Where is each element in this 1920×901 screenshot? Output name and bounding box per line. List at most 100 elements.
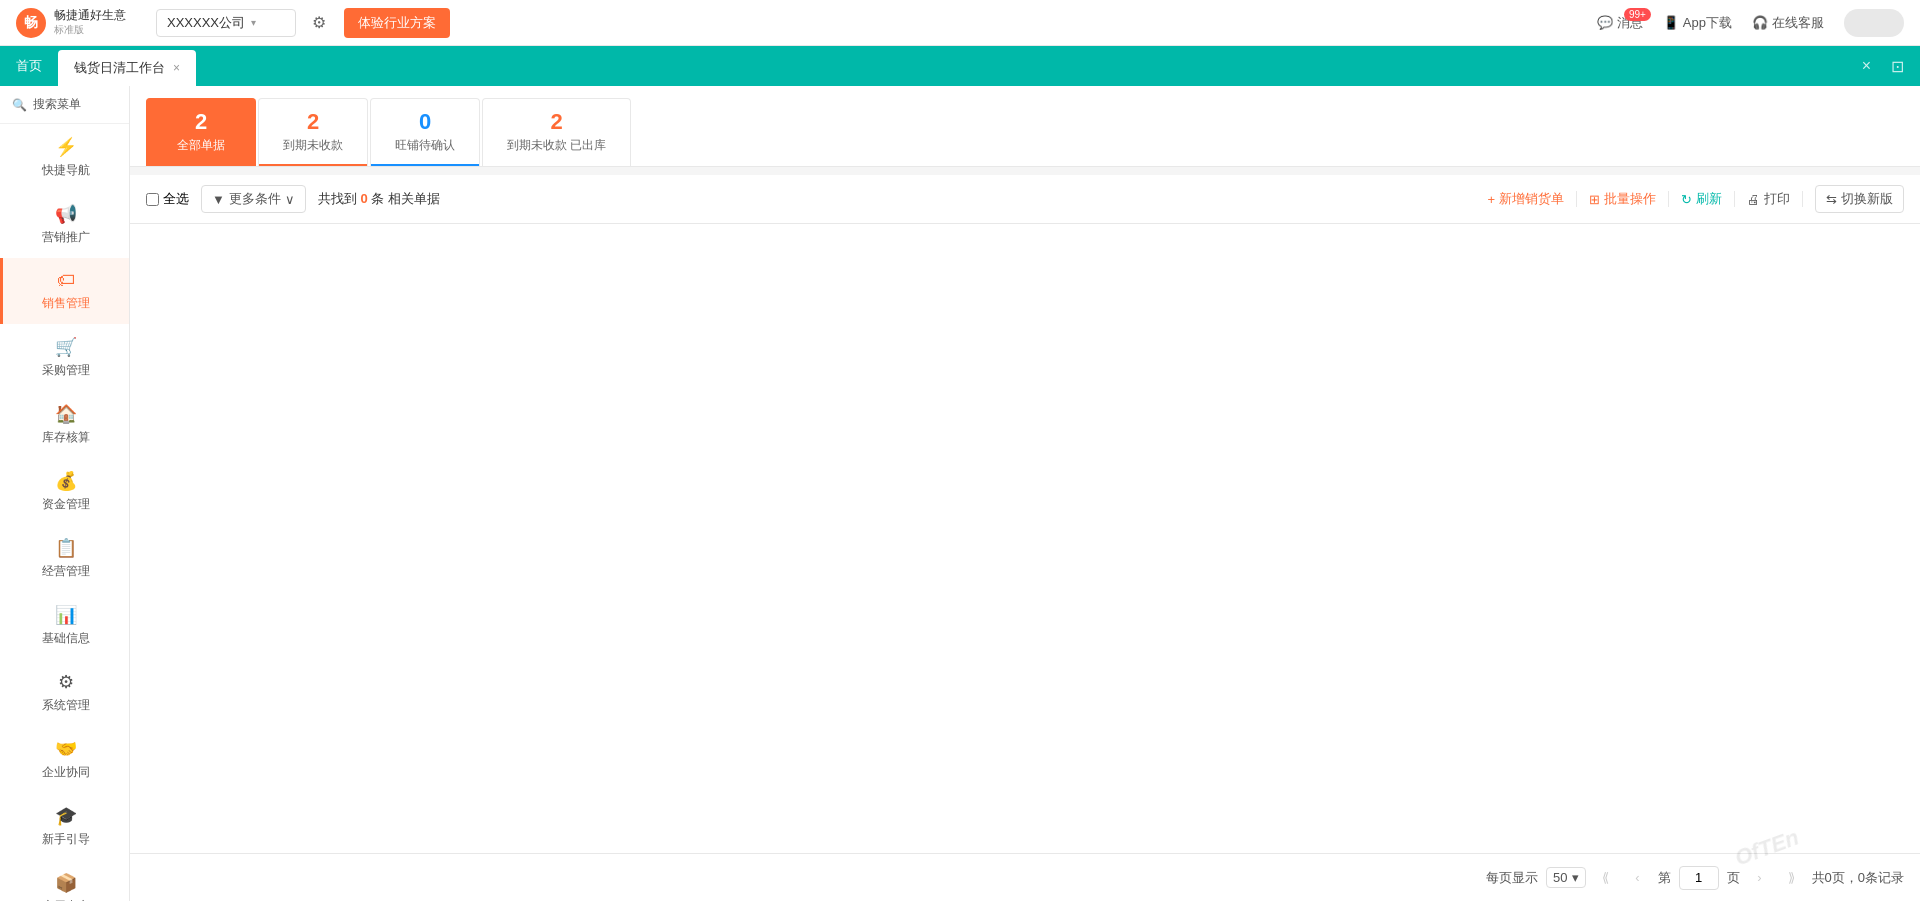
purchase-icon: 🛒	[55, 336, 77, 358]
page-last-button[interactable]: ⟫	[1780, 866, 1804, 890]
trial-button[interactable]: 体验行业方案	[344, 8, 450, 38]
stat-tab-shipped[interactable]: 2 到期未收款 已出库	[482, 98, 631, 166]
top-right-area: 💬 消息 99+ 📱 App下载 🎧 在线客服	[1597, 9, 1904, 37]
tab-close-icon[interactable]: ×	[173, 61, 180, 75]
refresh-button[interactable]: ↻ 刷新	[1681, 190, 1722, 208]
page-next-button[interactable]: ›	[1748, 866, 1772, 890]
stat-count-all: 2	[195, 109, 207, 135]
online-service-label: 在线客服	[1772, 14, 1824, 32]
app-download-label: App下载	[1683, 14, 1732, 32]
quick-nav-icon: ⚡	[55, 136, 77, 158]
minimize-button[interactable]: ×	[1856, 55, 1877, 77]
page-size-select[interactable]: 50 ▾	[1546, 867, 1585, 888]
cooperation-icon: 🤝	[55, 738, 77, 760]
stat-count-pending: 0	[419, 109, 431, 135]
sidebar-item-operations[interactable]: 📋 经营管理	[0, 525, 129, 592]
toolbar: 全选 ▼ 更多条件 ∨ 共找到 0 条 相关单据 + 新增销货单 ⊞	[130, 175, 1920, 224]
print-button[interactable]: 🖨 打印	[1747, 190, 1790, 208]
app-center-icon: 📦	[55, 872, 77, 894]
sidebar-item-cooperation[interactable]: 🤝 企业协同	[0, 726, 129, 793]
tab-right-actions: × ⊡	[1856, 55, 1920, 78]
add-btn-label: 新增销货单	[1499, 190, 1564, 208]
purchase-label: 采购管理	[42, 362, 90, 379]
page-size-value: 50	[1553, 870, 1567, 885]
stat-label-shipped: 到期未收款 已出库	[507, 137, 606, 154]
divider-2	[1668, 191, 1669, 207]
sidebar-item-guide[interactable]: 🎓 新手引导	[0, 793, 129, 860]
sidebar-item-system[interactable]: ⚙ 系统管理	[0, 659, 129, 726]
switch-icon: ⇆	[1826, 192, 1837, 207]
logo-sub: 标准版	[54, 23, 126, 37]
filter-button[interactable]: ▼ 更多条件 ∨	[201, 185, 306, 213]
switch-label: 切换新版	[1841, 190, 1893, 208]
stat-label-all: 全部单据	[177, 137, 225, 154]
sidebar-item-sales[interactable]: 🏷 销售管理	[0, 258, 129, 324]
divider-3	[1734, 191, 1735, 207]
stat-count-overdue: 2	[307, 109, 319, 135]
basic-info-label: 基础信息	[42, 630, 90, 647]
tab-home[interactable]: 首页	[0, 46, 58, 86]
divider-1	[1576, 191, 1577, 207]
search-menu-label: 搜索菜单	[33, 96, 81, 113]
batch-btn-label: 批量操作	[1604, 190, 1656, 208]
gear-button[interactable]: ⚙	[304, 8, 334, 38]
stat-count-shipped: 2	[551, 109, 563, 135]
page-suffix-label: 页	[1727, 869, 1740, 887]
found-prefix: 共找到	[318, 191, 357, 206]
content-area: 2 全部单据 2 到期未收款 0 旺铺待确认 2 到期未收款 已出库 全选	[130, 86, 1920, 901]
sidebar-item-marketing[interactable]: 📢 营销推广	[0, 191, 129, 258]
sales-label: 销售管理	[42, 295, 90, 312]
finance-label: 资金管理	[42, 496, 90, 513]
stat-tab-overdue[interactable]: 2 到期未收款	[258, 98, 368, 166]
message-badge: 99+	[1624, 8, 1651, 21]
online-service-button[interactable]: 🎧 在线客服	[1752, 14, 1824, 32]
sidebar-item-basic-info[interactable]: 📊 基础信息	[0, 592, 129, 659]
guide-icon: 🎓	[55, 805, 77, 827]
select-all-label: 全选	[163, 190, 189, 208]
avatar[interactable]	[1844, 9, 1904, 37]
stat-tab-pending[interactable]: 0 旺铺待确认	[370, 98, 480, 166]
print-label: 打印	[1764, 190, 1790, 208]
batch-icon: ⊞	[1589, 192, 1600, 207]
page-label: 第	[1658, 869, 1671, 887]
sidebar-item-finance[interactable]: 💰 资金管理	[0, 458, 129, 525]
toolbar-right: + 新增销货单 ⊞ 批量操作 ↻ 刷新 🖨 打印	[1487, 185, 1904, 213]
page-input[interactable]	[1679, 866, 1719, 890]
page-size-chevron-icon: ▾	[1572, 870, 1579, 885]
logo-area: 畅 畅捷通好生意 标准版	[16, 8, 146, 38]
expand-button[interactable]: ⊡	[1885, 55, 1910, 78]
home-label: 首页	[16, 57, 42, 75]
switch-version-button[interactable]: ⇆ 切换新版	[1815, 185, 1904, 213]
search-menu-item[interactable]: 🔍 搜索菜单	[0, 86, 129, 124]
filter-chevron-icon: ∨	[285, 192, 295, 207]
quick-nav-label: 快捷导航	[42, 162, 90, 179]
stat-tab-all[interactable]: 2 全部单据	[146, 98, 256, 166]
select-all-checkbox[interactable]: 全选	[146, 190, 189, 208]
checkbox-input[interactable]	[146, 193, 159, 206]
page-first-button[interactable]: ⟪	[1594, 866, 1618, 890]
found-count: 0	[361, 191, 368, 206]
page-size-label: 每页显示	[1486, 869, 1538, 887]
tab-active[interactable]: 钱货日清工作台 ×	[58, 50, 196, 86]
system-label: 系统管理	[42, 697, 90, 714]
top-bar: 畅 畅捷通好生意 标准版 XXXXXX公司 ▾ ⚙ 体验行业方案 💬 消息 99…	[0, 0, 1920, 46]
stat-tab-pending-underline	[371, 164, 479, 166]
chevron-down-icon: ▾	[251, 17, 256, 28]
page-prev-button[interactable]: ‹	[1626, 866, 1650, 890]
pagination: 每页显示 50 ▾ ⟪ ‹ 第 页 › ⟫ 共0页，0条记录	[130, 853, 1920, 901]
sidebar-item-quick-nav[interactable]: ⚡ 快捷导航	[0, 124, 129, 191]
search-icon: 🔍	[12, 98, 27, 112]
sidebar-item-inventory[interactable]: 🏠 库存核算	[0, 391, 129, 458]
sidebar-item-purchase[interactable]: 🛒 采购管理	[0, 324, 129, 391]
company-selector[interactable]: XXXXXX公司 ▾	[156, 9, 296, 37]
batch-operation-button[interactable]: ⊞ 批量操作	[1589, 190, 1656, 208]
sidebar-item-app-center[interactable]: 📦 应用中心	[0, 860, 129, 901]
app-download-button[interactable]: 📱 App下载	[1663, 14, 1732, 32]
total-info: 共0页，0条记录	[1812, 869, 1904, 887]
logo-icon: 畅	[16, 8, 46, 38]
main-layout: 🔍 搜索菜单 ⚡ 快捷导航 📢 营销推广 🏷 销售管理 🛒 采购管理 🏠 库存核…	[0, 86, 1920, 901]
company-name: XXXXXX公司	[167, 14, 245, 32]
plus-icon: +	[1487, 192, 1495, 207]
message-button[interactable]: 💬 消息 99+	[1597, 14, 1643, 32]
add-sales-order-button[interactable]: + 新增销货单	[1487, 190, 1564, 208]
